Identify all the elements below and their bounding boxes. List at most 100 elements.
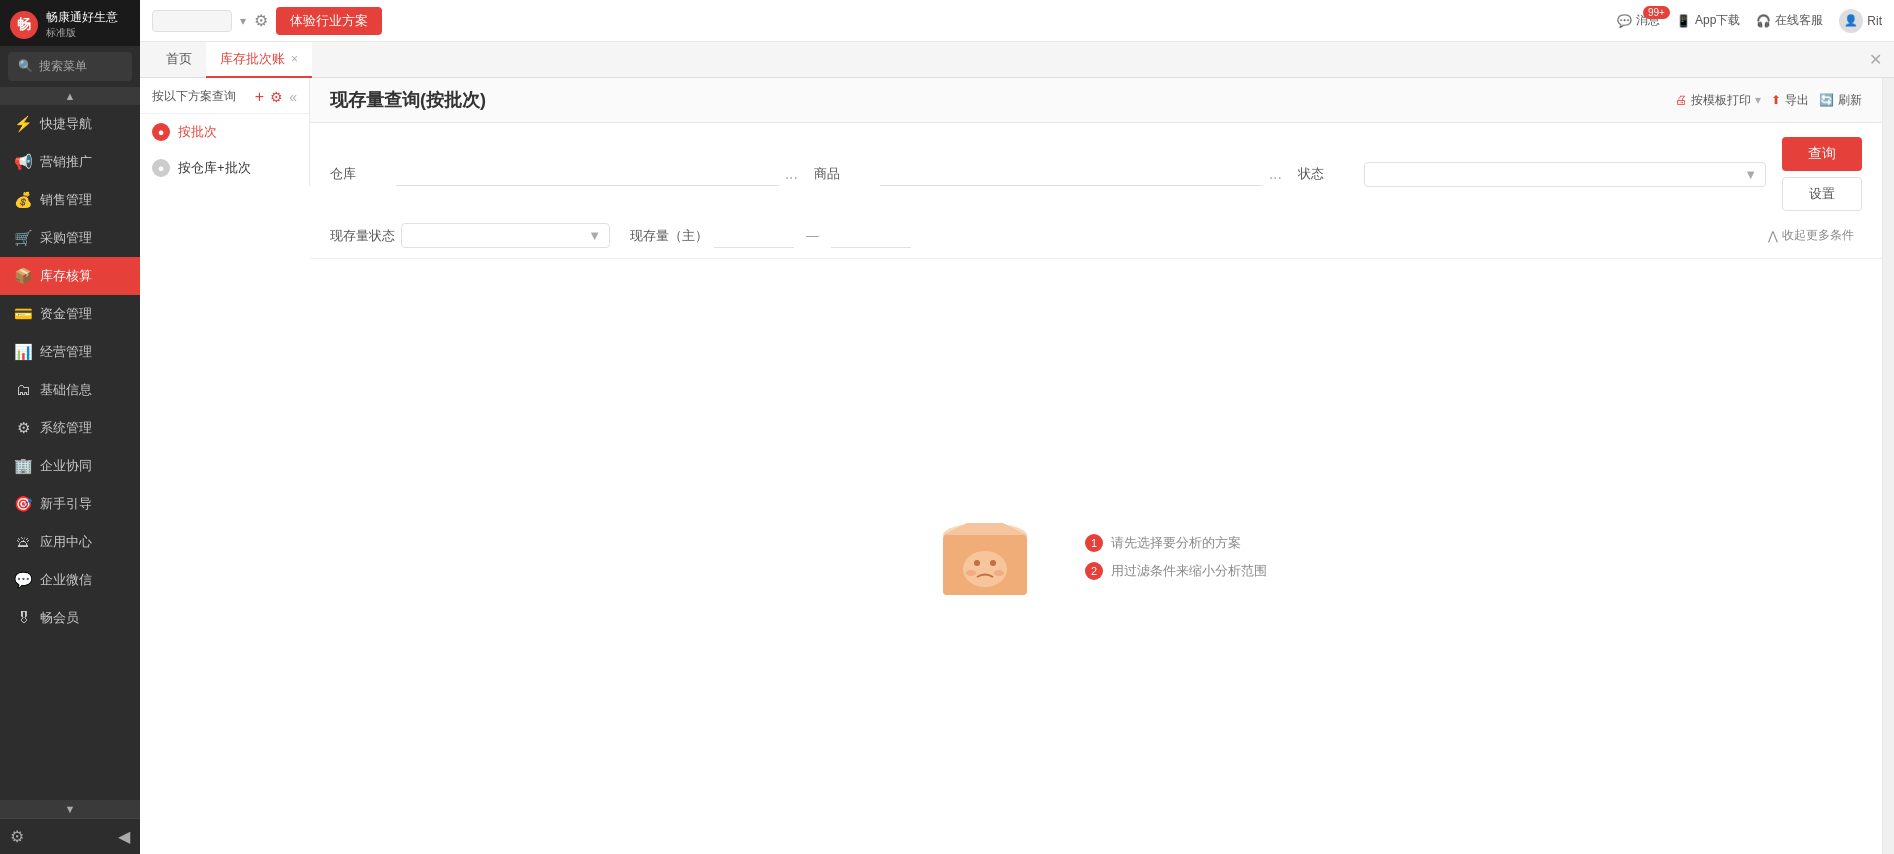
- sidebar-item-sales[interactable]: 💰 销售管理: [0, 181, 140, 219]
- filter-row-2: 现存量状态 ▼ 现存量（主） —: [330, 223, 1862, 248]
- sidebar-item-inventory[interactable]: 📦 库存核算: [0, 257, 140, 295]
- stock-main-from[interactable]: [714, 224, 794, 248]
- sidebar-item-member[interactable]: 🎖 畅会员: [0, 599, 140, 637]
- stock-main-to[interactable]: [831, 224, 911, 248]
- query-content-area: 现存量查询(按批次) 🖨 按模板打印 ▾ ⬆ 导出 🔄 刷新: [310, 78, 1882, 854]
- settings-button[interactable]: 设置: [1782, 177, 1862, 211]
- experience-industry-button[interactable]: 体验行业方案: [276, 7, 382, 35]
- appstore-icon: 🛎: [14, 533, 32, 550]
- hint-num-2: 2: [1085, 562, 1103, 580]
- export-button[interactable]: ⬆ 导出: [1771, 92, 1809, 109]
- sidebar-item-wechat[interactable]: 💬 企业微信: [0, 561, 140, 599]
- page-header-actions: 🖨 按模板打印 ▾ ⬆ 导出 🔄 刷新: [1675, 92, 1862, 109]
- app-version: 标准版: [46, 26, 118, 40]
- hint-num-1: 1: [1085, 534, 1103, 552]
- sidebar-label-wechat: 企业微信: [40, 571, 92, 589]
- scheme-label-by-batch: 按批次: [178, 123, 217, 141]
- collapse-sidebar-icon[interactable]: ◀: [118, 827, 130, 846]
- search-icon: 🔍: [18, 59, 33, 73]
- topbar-settings-icon[interactable]: ⚙: [254, 11, 268, 30]
- topbar: ▾ ⚙ 体验行业方案 💬 消息 99+ 📱 App下载 🎧 在线客服 👤 Rit: [140, 0, 1894, 42]
- marketing-icon: 📢: [14, 153, 32, 171]
- stock-main-filter: 现存量（主） —: [630, 224, 930, 248]
- basic-icon: 🗂: [14, 381, 32, 398]
- print-dropdown-arrow[interactable]: ▾: [1755, 93, 1761, 107]
- newbie-icon: 🎯: [14, 495, 32, 513]
- scheme-item-by-warehouse-batch[interactable]: ● 按仓库+批次: [140, 150, 309, 186]
- topbar-dropdown-arrow[interactable]: ▾: [240, 14, 246, 28]
- tab-inventory-batch-close[interactable]: ×: [291, 52, 298, 66]
- hint-text-1: 请先选择要分析的方案: [1111, 534, 1241, 552]
- sidebar-item-purchase[interactable]: 🛒 采购管理: [0, 219, 140, 257]
- add-scheme-button[interactable]: +: [255, 89, 264, 105]
- sidebar-item-enterprise[interactable]: 🏢 企业协同: [0, 447, 140, 485]
- svg-point-7: [966, 570, 976, 576]
- refresh-icon: 🔄: [1819, 93, 1834, 107]
- scheme-item-by-batch[interactable]: ● 按批次: [140, 114, 309, 150]
- purchase-icon: 🛒: [14, 229, 32, 247]
- search-menu[interactable]: 🔍 搜索菜单: [8, 52, 132, 81]
- sidebar-item-newbie[interactable]: 🎯 新手引导: [0, 485, 140, 523]
- topbar-actions: 💬 消息 99+ 📱 App下载 🎧 在线客服 👤 Rit: [1617, 9, 1882, 33]
- collapse-label: 收起更多条件: [1782, 227, 1854, 244]
- scheme-collapse-button[interactable]: «: [289, 90, 297, 104]
- sidebar-item-system[interactable]: ⚙ 系统管理: [0, 409, 140, 447]
- right-scrollbar[interactable]: [1882, 78, 1894, 854]
- sidebar-item-operation[interactable]: 📊 经营管理: [0, 333, 140, 371]
- refresh-button[interactable]: 🔄 刷新: [1819, 92, 1862, 109]
- filter-and-actions: 仓库 ... 商品 ... 状态: [330, 137, 1862, 248]
- empty-state: 1 请先选择要分析的方案 2 用过滤条件来缩小分析范围: [310, 259, 1882, 854]
- tab-inventory-batch-label: 库存批次账: [220, 50, 285, 68]
- sidebar-item-quick-nav[interactable]: ⚡ 快捷导航: [0, 105, 140, 143]
- sidebar-label-basic: 基础信息: [40, 381, 92, 399]
- sidebar-scroll-down[interactable]: ▼: [0, 800, 140, 818]
- settings-footer-icon[interactable]: ⚙: [10, 827, 24, 846]
- filter-fields: 仓库 ... 商品 ... 状态: [330, 137, 1862, 248]
- tab-inventory-batch[interactable]: 库存批次账 ×: [206, 42, 312, 78]
- topbar-search-input[interactable]: [152, 10, 232, 32]
- search-menu-label: 搜索菜单: [39, 58, 87, 75]
- collapse-more-button[interactable]: ⋀ 收起更多条件: [1760, 223, 1862, 248]
- stock-status-arrow: ▼: [588, 228, 601, 243]
- empty-illustration: [925, 497, 1045, 617]
- warehouse-more-icon[interactable]: ...: [785, 165, 798, 183]
- customer-service-action[interactable]: 🎧 在线客服: [1756, 12, 1823, 29]
- print-label: 按模板打印: [1691, 92, 1751, 109]
- sidebar-label-quick-nav: 快捷导航: [40, 115, 92, 133]
- system-icon: ⚙: [14, 419, 32, 437]
- tab-home[interactable]: 首页: [152, 42, 206, 78]
- print-button[interactable]: 🖨 按模板打印 ▾: [1675, 92, 1761, 109]
- sidebar-item-marketing[interactable]: 📢 营销推广: [0, 143, 140, 181]
- refresh-label: 刷新: [1838, 92, 1862, 109]
- scheme-settings-button[interactable]: ⚙: [270, 90, 283, 104]
- sidebar-item-appstore[interactable]: 🛎 应用中心: [0, 523, 140, 561]
- svg-point-5: [974, 560, 980, 566]
- product-input[interactable]: [880, 162, 1263, 186]
- scheme-icon-by-batch: ●: [152, 123, 170, 141]
- sidebar-item-finance[interactable]: 💳 资金管理: [0, 295, 140, 333]
- query-button[interactable]: 查询: [1782, 137, 1862, 171]
- warehouse-label: 仓库: [330, 165, 390, 183]
- quick-nav-icon: ⚡: [14, 115, 32, 133]
- tab-panel-close-button[interactable]: ✕: [1869, 50, 1882, 69]
- empty-hint-2: 2 用过滤条件来缩小分析范围: [1085, 562, 1267, 580]
- svg-point-6: [990, 560, 996, 566]
- empty-svg: [925, 507, 1045, 617]
- app-download-action[interactable]: 📱 App下载: [1676, 12, 1740, 29]
- stock-status-select[interactable]: ▼: [401, 223, 610, 248]
- sidebar-label-system: 系统管理: [40, 419, 92, 437]
- wechat-icon: 💬: [14, 571, 32, 589]
- user-profile[interactable]: 👤 Rit: [1839, 9, 1882, 33]
- sidebar-scroll-up[interactable]: ▲: [0, 87, 140, 105]
- user-avatar: 👤: [1839, 9, 1863, 33]
- export-icon: ⬆: [1771, 93, 1781, 107]
- page-header: 现存量查询(按批次) 🖨 按模板打印 ▾ ⬆ 导出 🔄 刷新: [310, 78, 1882, 123]
- stock-main-label: 现存量（主）: [630, 227, 708, 245]
- message-action[interactable]: 💬 消息 99+: [1617, 12, 1660, 29]
- status-select[interactable]: ▼: [1364, 162, 1766, 187]
- sidebar-item-basic[interactable]: 🗂 基础信息: [0, 371, 140, 409]
- product-more-icon[interactable]: ...: [1269, 165, 1282, 183]
- filter-area: 仓库 ... 商品 ... 状态: [310, 123, 1882, 259]
- warehouse-input[interactable]: [396, 162, 779, 186]
- collapse-up-icon: ⋀: [1768, 229, 1778, 243]
